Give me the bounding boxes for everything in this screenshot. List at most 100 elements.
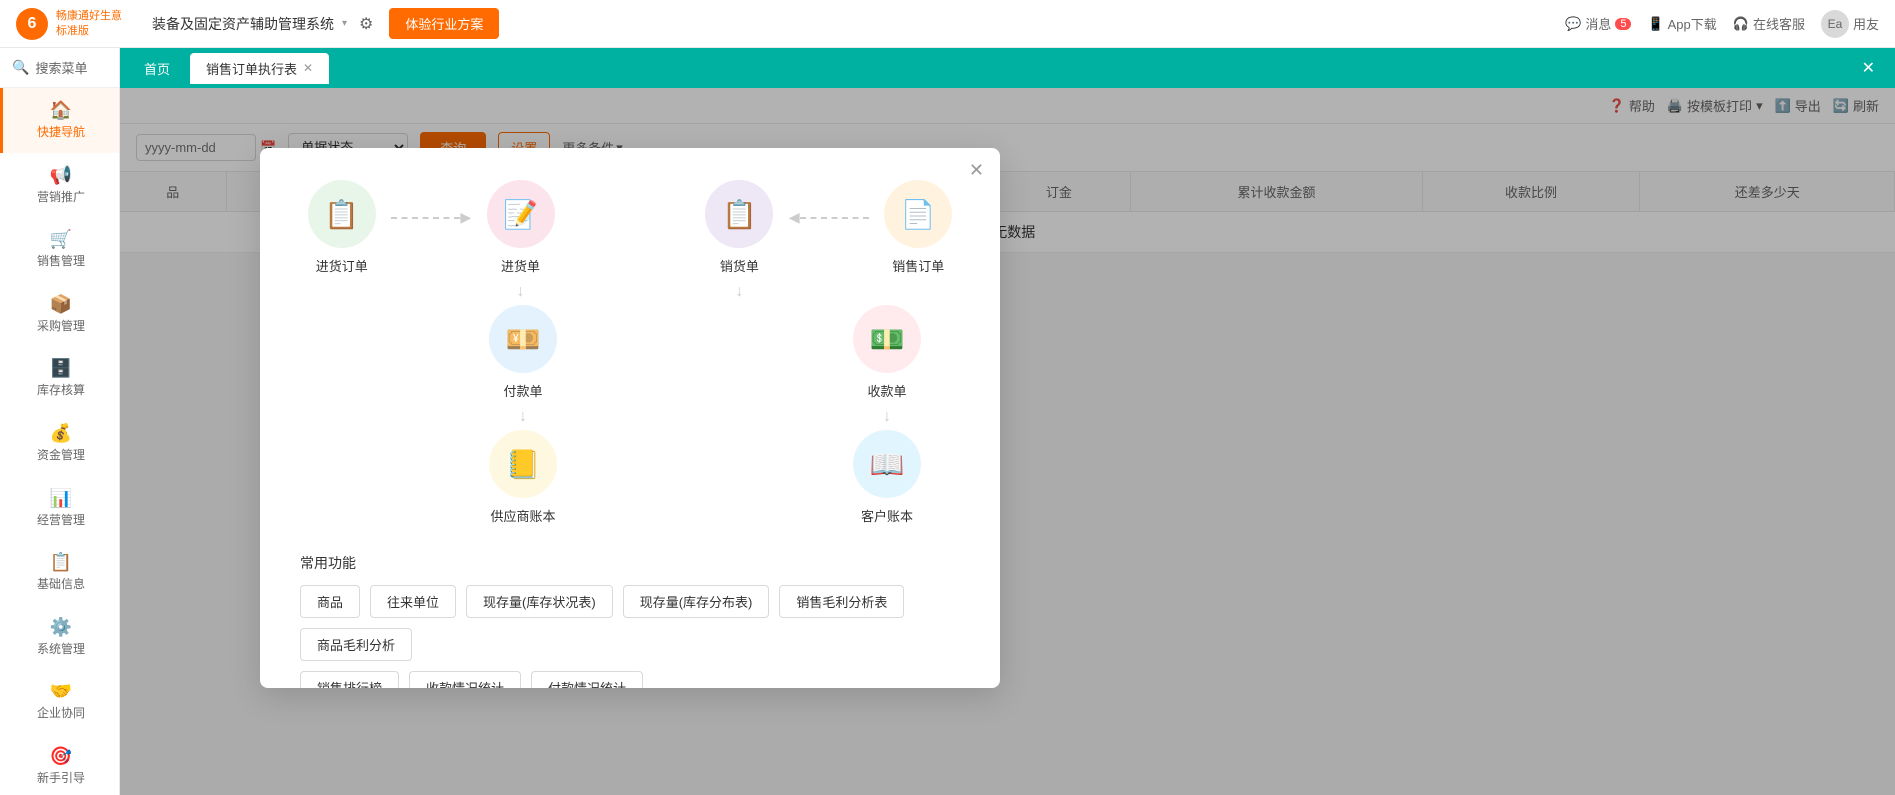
flow-circle-supplier-ledger: 📒 [489, 430, 557, 498]
content-area: ❓ 帮助 🖨️ 按模板打印 ▾ ⬆️ 导出 🔄 刷新 [120, 88, 1895, 795]
flow-label-receipt-bill: 收款单 [867, 381, 906, 400]
flow-item-customer-ledger[interactable]: 📖 客户账本 [853, 430, 921, 525]
arrow-right-1: ▶ [391, 209, 471, 226]
quick-btn-payment-stats[interactable]: 付款情况统计 [531, 671, 643, 688]
quick-btn-sales-gross[interactable]: 销售毛利分析表 [779, 585, 904, 618]
sidebar-item-guide[interactable]: 🎯 新手引导 [0, 734, 119, 795]
flow-item-purchase-bill[interactable]: 📝 进货单 [487, 180, 555, 275]
flow-label-purchase-order: 进货订单 [316, 256, 368, 275]
flow-label-purchase-bill: 进货单 [501, 256, 540, 275]
avatar: Ea [1821, 10, 1849, 38]
sales-bill-icon: 📋 [722, 198, 757, 231]
sales-order-icon: 📄 [901, 198, 936, 231]
quick-btn-contacts[interactable]: 往来单位 [370, 585, 456, 618]
quick-btn-product-gross[interactable]: 商品毛利分析 [300, 628, 412, 661]
spacer-down-2 [391, 283, 471, 301]
user-area[interactable]: Ea 用友 [1821, 10, 1879, 38]
system-title-area: 装备及固定资产辅助管理系统 ▾ [152, 14, 347, 34]
sidebar-item-inventory[interactable]: 🗄️ 库存核算 [0, 346, 119, 411]
tab-home[interactable]: 首页 [128, 53, 186, 84]
tab-close-icon[interactable]: ✕ [303, 61, 313, 75]
tab-home-label: 首页 [144, 59, 170, 78]
search-icon: 🔍 [12, 59, 29, 76]
quick-btn-inventory-dist[interactable]: 现存量(库存分布表) [623, 585, 770, 618]
flow-label-sales-order: 销售订单 [892, 256, 944, 275]
search-menu-item[interactable]: 🔍 搜索菜单 [0, 48, 119, 88]
system-dropdown-icon[interactable]: ▾ [342, 18, 347, 29]
sidebar-item-label-finance: 资金管理 [37, 448, 85, 464]
sidebar-item-basic[interactable]: 📋 基础信息 [0, 540, 119, 605]
main-area: 首页 销售订单执行表 ✕ ✕ ❓ 帮助 🖨️ 按模板打印 ▾ [120, 48, 1895, 795]
message-action[interactable]: 💬 消息 5 [1565, 14, 1631, 33]
sidebar-item-label-sales: 销售管理 [37, 254, 85, 270]
sidebar-item-label-system: 系统管理 [37, 642, 85, 658]
online-service-action[interactable]: 🎧 在线客服 [1733, 14, 1805, 33]
flow-circle-sales-bill: 📋 [705, 180, 773, 248]
flow-circle-customer-ledger: 📖 [853, 430, 921, 498]
finance-icon: 💰 [50, 423, 72, 444]
quick-buttons-row1: 商品 往来单位 现存量(库存状况表) 现存量(库存分布表) 销售毛利分析表 商品… [300, 585, 960, 661]
quick-btn-product[interactable]: 商品 [300, 585, 360, 618]
app-icon: 📱 [1647, 16, 1663, 32]
top-header: 6 畅康通好生意 标准版 装备及固定资产辅助管理系统 ▾ ⚙ 体验行业方案 💬 … [0, 0, 1895, 48]
tab-sales-order-exec[interactable]: 销售订单执行表 ✕ [190, 53, 329, 84]
marketing-icon: 📢 [50, 165, 72, 186]
flow-item-supplier-ledger[interactable]: 📒 供应商账本 [489, 430, 557, 525]
quick-buttons-row2: 销售排行榜 收款情况统计 付款情况统计 [300, 671, 960, 688]
purchase-order-icon: 📋 [324, 198, 359, 231]
flow-item-receipt-bill[interactable]: 💵 收款单 [853, 305, 921, 400]
sidebar-item-operation[interactable]: 📊 经营管理 [0, 476, 119, 541]
tab-bar: 首页 销售订单执行表 ✕ ✕ [120, 48, 1895, 88]
tab-bar-close-icon[interactable]: ✕ [1850, 58, 1887, 78]
flow-item-sales-order[interactable]: 📄 销售订单 [884, 180, 952, 275]
flow-circle-payment-bill: 💴 [489, 305, 557, 373]
receipt-bill-icon: 💵 [870, 323, 905, 356]
spacer-down-4 [789, 283, 869, 301]
system-title-text: 装备及固定资产辅助管理系统 [152, 14, 334, 34]
guide-icon: 🎯 [50, 746, 72, 767]
purchase-icon: 📦 [50, 294, 72, 315]
sidebar-item-label-quick: 快捷导航 [37, 125, 85, 141]
home-icon: 🏠 [50, 100, 72, 121]
sidebar: 🔍 搜索菜单 🏠 快捷导航 📢 营销推广 🛒 销售管理 📦 采购管理 🗄️ 库存… [0, 48, 120, 795]
flow-item-purchase-order[interactable]: 📋 进货订单 [308, 180, 376, 275]
quick-btn-inventory-status[interactable]: 现存量(库存状况表) [466, 585, 613, 618]
app-download-action[interactable]: 📱 App下载 [1647, 14, 1716, 33]
sidebar-item-cooperation[interactable]: 🤝 企业协同 [0, 669, 119, 734]
flow-label-customer-ledger: 客户账本 [861, 506, 913, 525]
sidebar-item-purchase[interactable]: 📦 采购管理 [0, 282, 119, 347]
flow-label-payment-bill: 付款单 [503, 381, 542, 400]
flow-circle-purchase-bill: 📝 [487, 180, 555, 248]
modal-overlay[interactable]: ✕ 📋 进货订单 [120, 88, 1895, 795]
flow-circle-receipt-bill: 💵 [853, 305, 921, 373]
experience-button[interactable]: 体验行业方案 [389, 8, 499, 39]
message-badge: 5 [1615, 18, 1631, 30]
spacer-down-1 [308, 283, 376, 301]
flow-item-payment-bill[interactable]: 💴 付款单 [489, 305, 557, 400]
modal-dialog: ✕ 📋 进货订单 [260, 148, 1000, 688]
sidebar-item-quick[interactable]: 🏠 快捷导航 [0, 88, 119, 153]
spacer-down-row2 [615, 408, 795, 426]
spacer-down-5 [884, 283, 952, 301]
main-layout: 🔍 搜索菜单 🏠 快捷导航 📢 营销推广 🛒 销售管理 📦 采购管理 🗄️ 库存… [0, 48, 1895, 795]
down-arrow-purchase: ↓ [487, 283, 555, 301]
quick-btn-sales-rank[interactable]: 销售排行榜 [300, 671, 399, 688]
message-icon: 💬 [1565, 16, 1581, 32]
sidebar-item-marketing[interactable]: 📢 营销推广 [0, 153, 119, 218]
tab-sales-order-exec-label: 销售订单执行表 [206, 59, 297, 78]
sales-icon: 🛒 [50, 229, 72, 250]
settings-icon[interactable]: ⚙ [359, 14, 373, 34]
quick-btn-receipt-stats[interactable]: 收款情况统计 [409, 671, 521, 688]
flow-circle-sales-order: 📄 [884, 180, 952, 248]
inventory-icon: 🗄️ [50, 358, 72, 379]
modal-close-button[interactable]: ✕ [969, 160, 984, 181]
sidebar-item-label-basic: 基础信息 [37, 577, 85, 593]
service-icon: 🎧 [1733, 16, 1749, 32]
sidebar-item-finance[interactable]: 💰 资金管理 [0, 411, 119, 476]
flow-item-sales-bill[interactable]: 📋 销货单 [705, 180, 773, 275]
sidebar-item-label-inventory: 库存核算 [37, 383, 85, 399]
basic-icon: 📋 [50, 552, 72, 573]
sidebar-item-sales[interactable]: 🛒 销售管理 [0, 217, 119, 282]
logo-text: 畅康通好生意 标准版 [56, 9, 122, 38]
sidebar-item-system[interactable]: ⚙️ 系统管理 [0, 605, 119, 670]
